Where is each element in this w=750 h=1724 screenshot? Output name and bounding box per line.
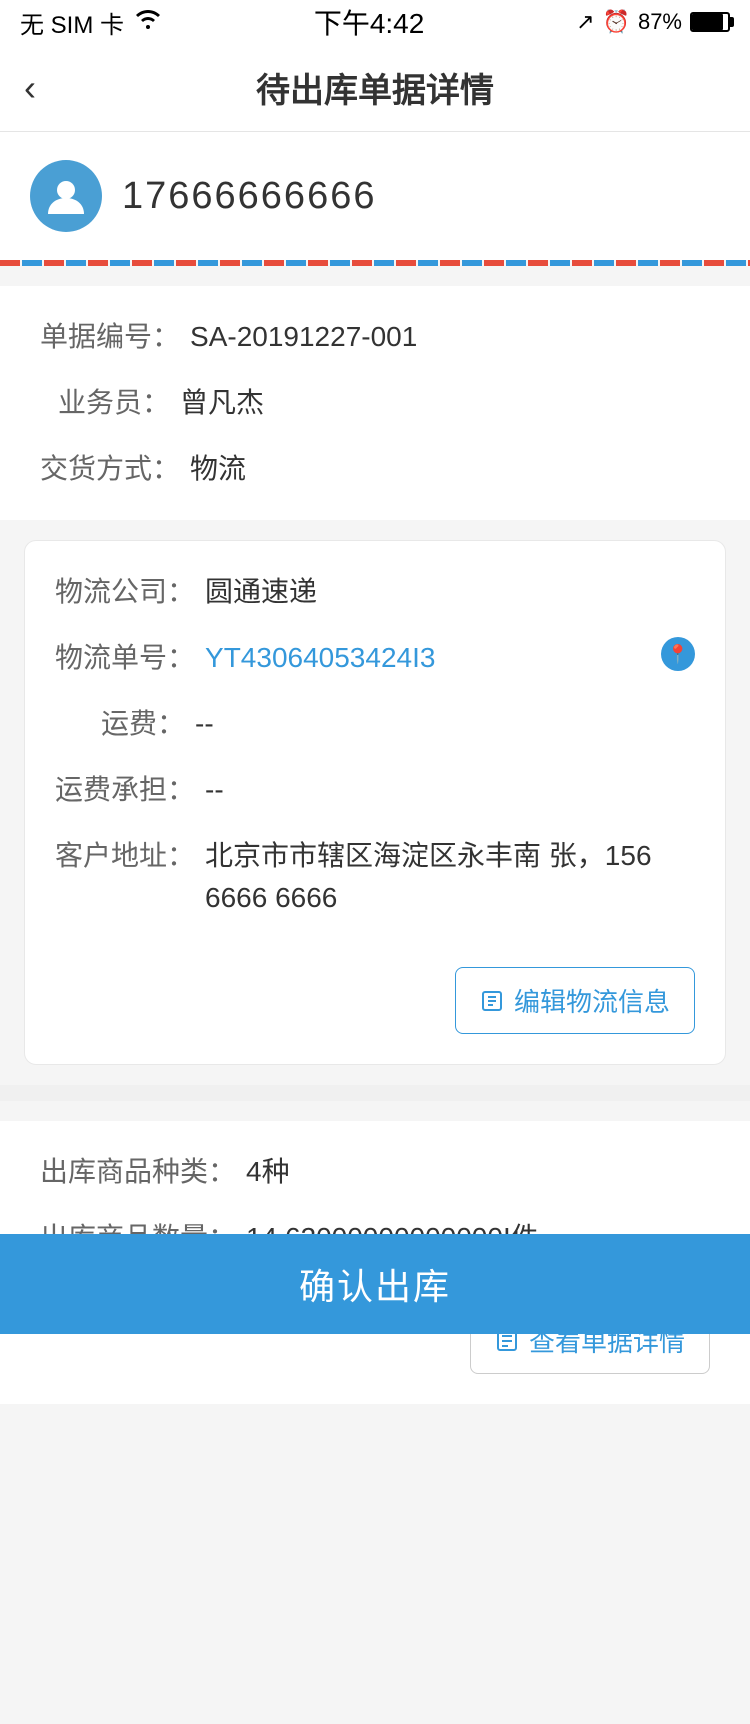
page-title: 待出库单据详情: [256, 63, 494, 112]
battery-icon: [690, 12, 730, 32]
confirm-button[interactable]: 确认出库: [0, 1234, 750, 1334]
customer-address-label: 客户地址：: [55, 835, 195, 877]
customer-address-row: 客户地址： 北京市市辖区海淀区永丰南 张，156 6666 6666: [55, 835, 695, 919]
logistics-card: 物流公司： 圆通速递 物流单号： YT43064053424I3 📍 运费： -…: [24, 540, 726, 1065]
content-area: 17666666666 单据编号： SA-20191227-001 业务员： 曾…: [0, 132, 750, 1724]
nav-bar: ‹ 待出库单据详情: [0, 44, 750, 132]
track-location-icon[interactable]: 📍: [661, 637, 695, 671]
goods-types-value: 4种: [246, 1151, 710, 1193]
alarm-icon: ⏰: [603, 9, 630, 35]
delivery-method-row: 交货方式： 物流: [40, 448, 710, 490]
status-time: 下午4:42: [314, 2, 425, 42]
document-number-row: 单据编号： SA-20191227-001: [40, 316, 710, 358]
status-bar: 无 SIM 卡 下午4:42 ↗ ⏰ 87%: [0, 0, 750, 44]
carrier-label: 无 SIM 卡: [20, 5, 124, 40]
wifi-icon: [134, 8, 162, 36]
sales-person-row: 业务员： 曾凡杰: [40, 382, 710, 424]
edit-logistics-label: 编辑物流信息: [514, 982, 670, 1019]
logistics-company-row: 物流公司： 圆通速递: [55, 571, 695, 613]
freight-bearer-value: --: [205, 769, 695, 811]
tracking-number-row: 物流单号： YT43064053424I3 📍: [55, 637, 695, 679]
document-number-label: 单据编号：: [40, 316, 180, 358]
customer-phone: 17666666666: [122, 175, 376, 218]
battery-label: 87%: [638, 9, 682, 35]
edit-logistics-wrap: 编辑物流信息: [55, 943, 695, 1034]
edit-logistics-button[interactable]: 编辑物流信息: [455, 967, 695, 1034]
status-left: 无 SIM 卡: [20, 5, 162, 40]
tracking-number-label: 物流单号：: [55, 637, 195, 679]
location-status-icon: ↗: [576, 9, 594, 35]
back-button[interactable]: ‹: [24, 67, 36, 109]
sales-person-value: 曾凡杰: [180, 382, 710, 424]
delivery-method-value: 物流: [190, 448, 710, 490]
logistics-company-value: 圆通速递: [205, 571, 695, 613]
freight-bearer-label: 运费承担：: [55, 769, 195, 811]
freight-bearer-row: 运费承担： --: [55, 769, 695, 811]
status-right: ↗ ⏰ 87%: [576, 9, 730, 35]
customer-address-value: 北京市市辖区海淀区永丰南 张，156 6666 6666: [205, 835, 695, 919]
document-number-value: SA-20191227-001: [190, 316, 710, 358]
freight-row: 运费： --: [55, 703, 695, 745]
tracking-number-value: YT43064053424I3: [205, 637, 649, 679]
delivery-method-label: 交货方式：: [40, 448, 180, 490]
dashed-divider: [0, 260, 750, 266]
logistics-company-label: 物流公司：: [55, 571, 195, 613]
freight-value: --: [195, 703, 695, 745]
confirm-button-wrap: 确认出库: [0, 1234, 750, 1334]
basic-info-section: 单据编号： SA-20191227-001 业务员： 曾凡杰 交货方式： 物流: [0, 286, 750, 520]
section-divider: [0, 1085, 750, 1101]
freight-label: 运费：: [55, 703, 185, 745]
sales-person-label: 业务员：: [40, 382, 170, 424]
goods-types-label: 出库商品种类：: [40, 1151, 236, 1193]
customer-header: 17666666666: [0, 132, 750, 260]
avatar: [30, 160, 102, 232]
goods-types-row: 出库商品种类： 4种: [40, 1151, 710, 1193]
